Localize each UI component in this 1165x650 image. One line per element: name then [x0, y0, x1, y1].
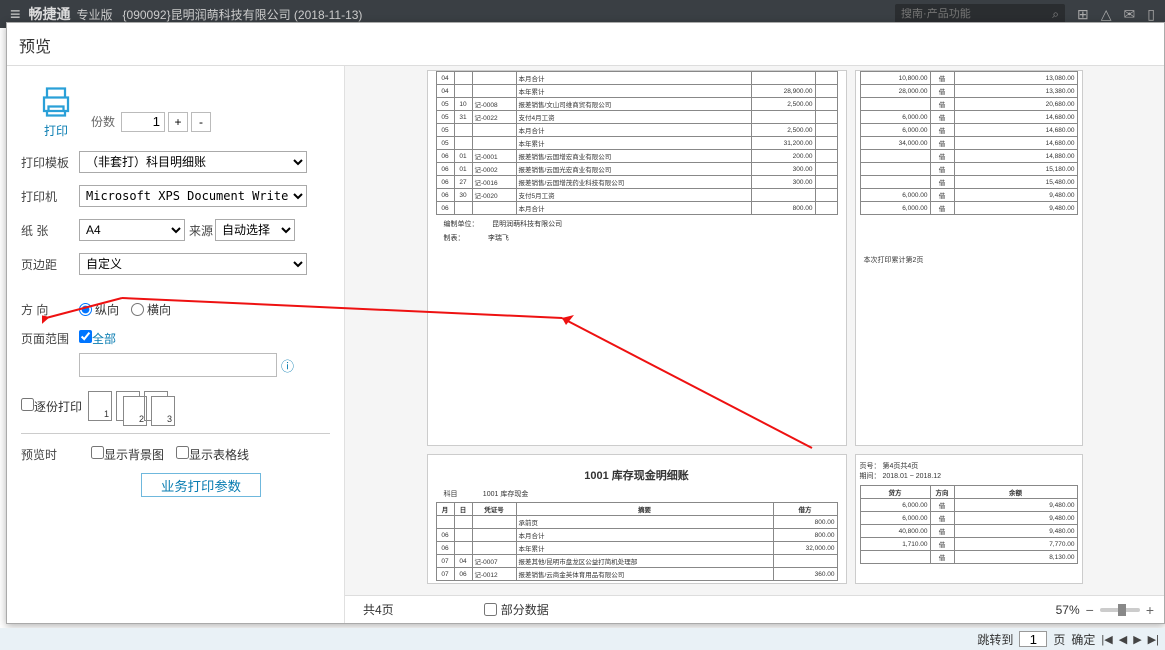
margin-select[interactable]: 自定义 [79, 253, 307, 275]
search-input[interactable] [901, 8, 1052, 20]
zoom-value: 57% [1056, 603, 1080, 617]
print-label: 打印 [44, 122, 68, 139]
preview-modal: 预览 打印 份数 + - 打印模板 （非套打）科目明细账 [6, 22, 1165, 624]
preview-status-bar: 共4页 部分数据 57% − + [345, 595, 1164, 623]
edition-label: 专业版 [77, 6, 113, 23]
company-info: {090092}昆明润萌科技有限公司 (2018-11-13) [123, 6, 363, 23]
goto-label: 跳转到 [977, 631, 1013, 648]
modal-title: 预览 [7, 23, 1164, 66]
preview-page-4: 页号： 第4页共4页 期间： 2018.01 ~ 2018.12 贷方方向余额6… [855, 454, 1083, 584]
page-footer: 跳转到 页 确定 |◀ ◀ ▶ ▶| [0, 628, 1165, 650]
phone-icon[interactable]: ▯ [1147, 6, 1155, 23]
source-label: 来源 [189, 222, 213, 239]
copies-input[interactable] [121, 112, 165, 132]
search-box[interactable]: ⌕ [895, 4, 1065, 24]
prev-page-icon[interactable]: ◀ [1119, 633, 1127, 646]
printer-select[interactable]: Microsoft XPS Document Writer [79, 185, 307, 207]
info-icon[interactable]: ⓘ [281, 356, 294, 375]
show-bg-check[interactable]: 显示背景图 [91, 446, 164, 463]
portrait-radio[interactable]: 纵向 [79, 301, 119, 318]
page-unit-label: 页 [1053, 631, 1065, 648]
printer-label: 打印机 [21, 188, 79, 205]
collate-check[interactable]: 逐份打印 [21, 398, 82, 415]
last-page-icon[interactable]: ▶| [1148, 633, 1159, 646]
template-label: 打印模板 [21, 154, 79, 171]
range-input[interactable] [79, 353, 277, 377]
brand-name: 畅捷通 [29, 4, 71, 24]
goto-input[interactable] [1019, 631, 1047, 647]
print-button[interactable]: 打印 [21, 84, 91, 139]
show-grid-check[interactable]: 显示表格线 [176, 446, 249, 463]
settings-panel: 打印 份数 + - 打印模板 （非套打）科目明细账 打印机 Microsoft … [7, 66, 345, 623]
biz-print-params-button[interactable]: 业务打印参数 [141, 473, 261, 497]
ledger-title: 1001 库存现金明细账 [428, 467, 846, 483]
copies-control: 份数 + - [91, 104, 211, 139]
paper-select[interactable]: A4 [79, 219, 185, 241]
range-label: 页面范围 [21, 330, 79, 347]
margin-label: 页边距 [21, 256, 79, 273]
zoom-in-button[interactable]: + [1146, 602, 1154, 618]
preview-area[interactable]: 04本月合计04本年累计28,900.000510记-0008报差销售/文山司维… [345, 66, 1164, 623]
preview-page-3: 1001 库存现金明细账 科目 1001 库存现金 月日凭证号摘要借方承前页80… [427, 454, 847, 584]
printer-icon [38, 84, 74, 120]
next-page-icon[interactable]: ▶ [1133, 633, 1141, 646]
bell-icon[interactable]: △ [1101, 6, 1112, 23]
search-icon[interactable]: ⌕ [1052, 7, 1059, 22]
page-count-label: 共4页 [363, 601, 394, 618]
paper-label: 纸 张 [21, 222, 79, 239]
orientation-label: 方 向 [21, 301, 79, 318]
copies-minus-button[interactable]: - [191, 112, 211, 132]
preview-opts-label: 预览时 [21, 446, 79, 463]
zoom-slider[interactable] [1100, 608, 1140, 612]
first-page-icon[interactable]: |◀ [1101, 633, 1112, 646]
calendar-icon[interactable]: ⊞ [1077, 6, 1089, 23]
preview-page-2: 10,800.00借13,080.0028,000.00借13,380.00借2… [855, 70, 1083, 446]
partial-data-check[interactable]: 部分数据 [484, 601, 549, 618]
collate-icons: 1 2 3 [88, 391, 168, 421]
preview-page-1: 04本月合计04本年累计28,900.000510记-0008报差销售/文山司维… [427, 70, 847, 446]
landscape-radio[interactable]: 横向 [131, 301, 171, 318]
source-select[interactable]: 自动选择 [215, 219, 295, 241]
confirm-button[interactable]: 确定 [1071, 631, 1095, 648]
range-all-check[interactable]: 全部 [79, 330, 116, 347]
zoom-out-button[interactable]: − [1086, 602, 1094, 618]
copies-label: 份数 [91, 113, 115, 130]
mail-icon[interactable]: ✉ [1124, 6, 1136, 23]
template-select[interactable]: （非套打）科目明细账 [79, 151, 307, 173]
copies-plus-button[interactable]: + [168, 112, 188, 132]
